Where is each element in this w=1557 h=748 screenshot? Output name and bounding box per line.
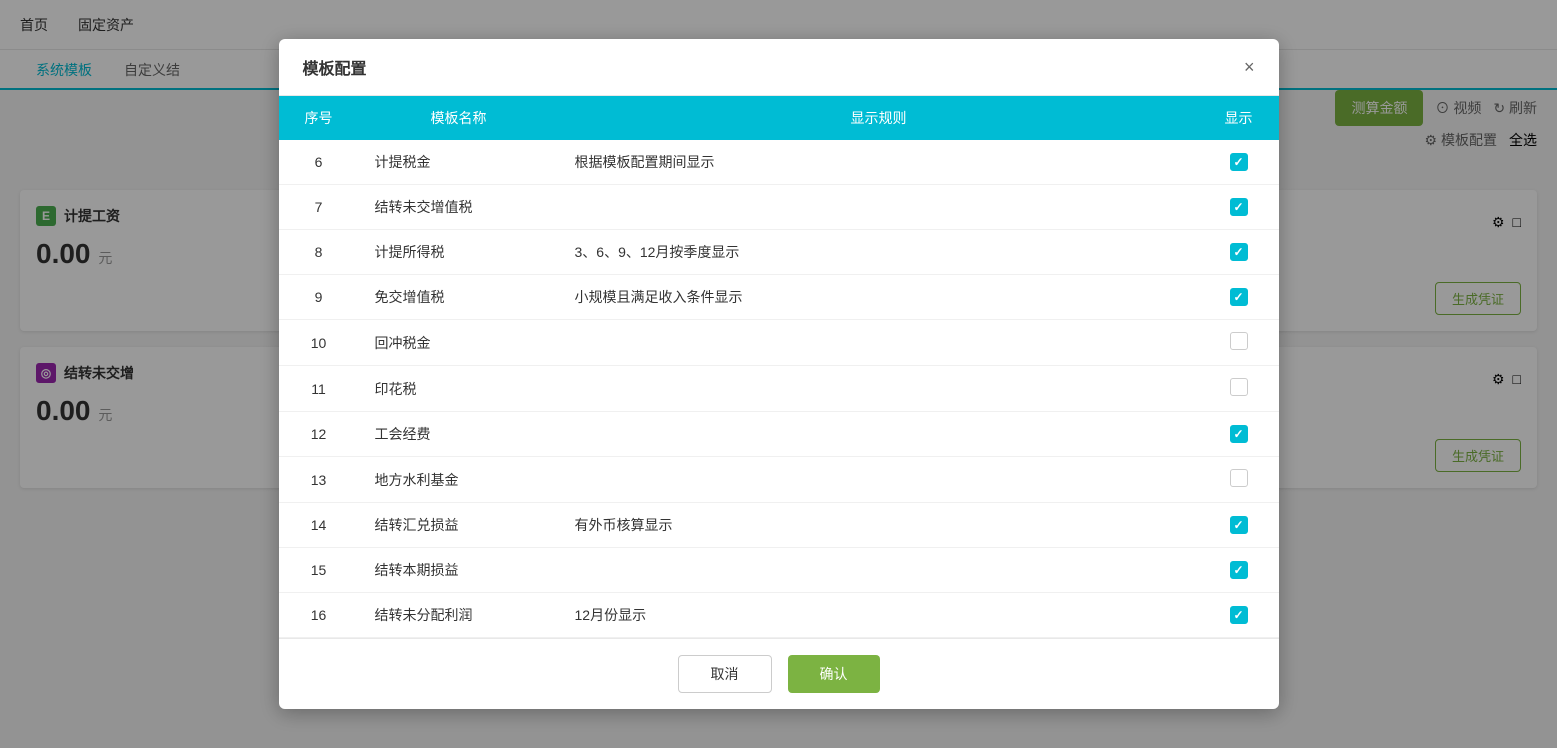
cell-name-0: 计提税金 (359, 140, 559, 185)
cell-id-1: 7 (279, 185, 359, 230)
cell-check-2[interactable] (1199, 230, 1279, 275)
cell-id-6: 12 (279, 412, 359, 457)
modal-overlay: 模板配置 × 序号 模板名称 显示规则 显示 6 计提税金 根据模板配置期间显示 (0, 0, 1557, 748)
cell-name-9: 结转本期损益 (359, 548, 559, 593)
cell-rule-0: 根据模板配置期间显示 (559, 140, 1199, 185)
cell-check-7[interactable] (1199, 457, 1279, 503)
table-row: 13 地方水利基金 (279, 457, 1279, 503)
cell-rule-6 (559, 412, 1199, 457)
cell-name-8: 结转汇兑损益 (359, 503, 559, 548)
checkbox-row-3[interactable] (1230, 288, 1248, 306)
cell-name-3: 免交增值税 (359, 275, 559, 320)
cell-id-10: 16 (279, 593, 359, 638)
cell-check-8[interactable] (1199, 503, 1279, 548)
cell-rule-9 (559, 548, 1199, 593)
checkbox-row-9[interactable] (1230, 561, 1248, 579)
cell-name-2: 计提所得税 (359, 230, 559, 275)
cell-id-4: 10 (279, 320, 359, 366)
cell-name-5: 印花税 (359, 366, 559, 412)
checkbox-row-4[interactable] (1230, 332, 1248, 350)
checkbox-row-2[interactable] (1230, 243, 1248, 261)
col-header-id: 序号 (279, 96, 359, 140)
col-header-name: 模板名称 (359, 96, 559, 140)
table-row: 15 结转本期损益 (279, 548, 1279, 593)
cell-rule-7 (559, 457, 1199, 503)
checkbox-row-5[interactable] (1230, 378, 1248, 396)
modal-footer: 取消 确认 (279, 638, 1279, 709)
table-row: 10 回冲税金 (279, 320, 1279, 366)
table-row: 9 免交增值税 小规模且满足收入条件显示 (279, 275, 1279, 320)
table-row: 8 计提所得税 3、6、9、12月按季度显示 (279, 230, 1279, 275)
table-header-row: 序号 模板名称 显示规则 显示 (279, 96, 1279, 140)
cell-id-7: 13 (279, 457, 359, 503)
modal-template-config: 模板配置 × 序号 模板名称 显示规则 显示 6 计提税金 根据模板配置期间显示 (279, 39, 1279, 709)
table-row: 12 工会经费 (279, 412, 1279, 457)
cancel-button[interactable]: 取消 (678, 655, 772, 693)
cell-name-10: 结转未分配利润 (359, 593, 559, 638)
cell-rule-8: 有外币核算显示 (559, 503, 1199, 548)
checkbox-row-10[interactable] (1230, 606, 1248, 624)
checkbox-row-6[interactable] (1230, 425, 1248, 443)
cell-name-6: 工会经费 (359, 412, 559, 457)
cell-check-5[interactable] (1199, 366, 1279, 412)
cell-rule-2: 3、6、9、12月按季度显示 (559, 230, 1199, 275)
cell-id-0: 6 (279, 140, 359, 185)
cell-rule-3: 小规模且满足收入条件显示 (559, 275, 1199, 320)
cell-check-0[interactable] (1199, 140, 1279, 185)
cell-check-10[interactable] (1199, 593, 1279, 638)
cell-id-3: 9 (279, 275, 359, 320)
modal-body: 序号 模板名称 显示规则 显示 6 计提税金 根据模板配置期间显示 7 结转未交… (279, 96, 1279, 638)
checkbox-row-7[interactable] (1230, 469, 1248, 487)
config-table: 序号 模板名称 显示规则 显示 6 计提税金 根据模板配置期间显示 7 结转未交… (279, 96, 1279, 638)
cell-id-8: 14 (279, 503, 359, 548)
cell-rule-10: 12月份显示 (559, 593, 1199, 638)
cell-check-3[interactable] (1199, 275, 1279, 320)
table-row: 6 计提税金 根据模板配置期间显示 (279, 140, 1279, 185)
cell-check-1[interactable] (1199, 185, 1279, 230)
cell-rule-1 (559, 185, 1199, 230)
checkbox-row-1[interactable] (1230, 198, 1248, 216)
modal-title: 模板配置 (303, 55, 367, 79)
modal-header: 模板配置 × (279, 39, 1279, 96)
cell-check-4[interactable] (1199, 320, 1279, 366)
cell-check-9[interactable] (1199, 548, 1279, 593)
confirm-button[interactable]: 确认 (788, 655, 880, 693)
cell-check-6[interactable] (1199, 412, 1279, 457)
table-row: 7 结转未交增值税 (279, 185, 1279, 230)
cell-rule-5 (559, 366, 1199, 412)
modal-close-button[interactable]: × (1244, 58, 1255, 76)
cell-name-7: 地方水利基金 (359, 457, 559, 503)
col-header-rule: 显示规则 (559, 96, 1199, 140)
cell-id-2: 8 (279, 230, 359, 275)
checkbox-row-0[interactable] (1230, 153, 1248, 171)
cell-rule-4 (559, 320, 1199, 366)
table-row: 16 结转未分配利润 12月份显示 (279, 593, 1279, 638)
cell-id-9: 15 (279, 548, 359, 593)
cell-name-4: 回冲税金 (359, 320, 559, 366)
col-header-display: 显示 (1199, 96, 1279, 140)
cell-name-1: 结转未交增值税 (359, 185, 559, 230)
table-row: 14 结转汇兑损益 有外币核算显示 (279, 503, 1279, 548)
table-row: 11 印花税 (279, 366, 1279, 412)
checkbox-row-8[interactable] (1230, 516, 1248, 534)
cell-id-5: 11 (279, 366, 359, 412)
